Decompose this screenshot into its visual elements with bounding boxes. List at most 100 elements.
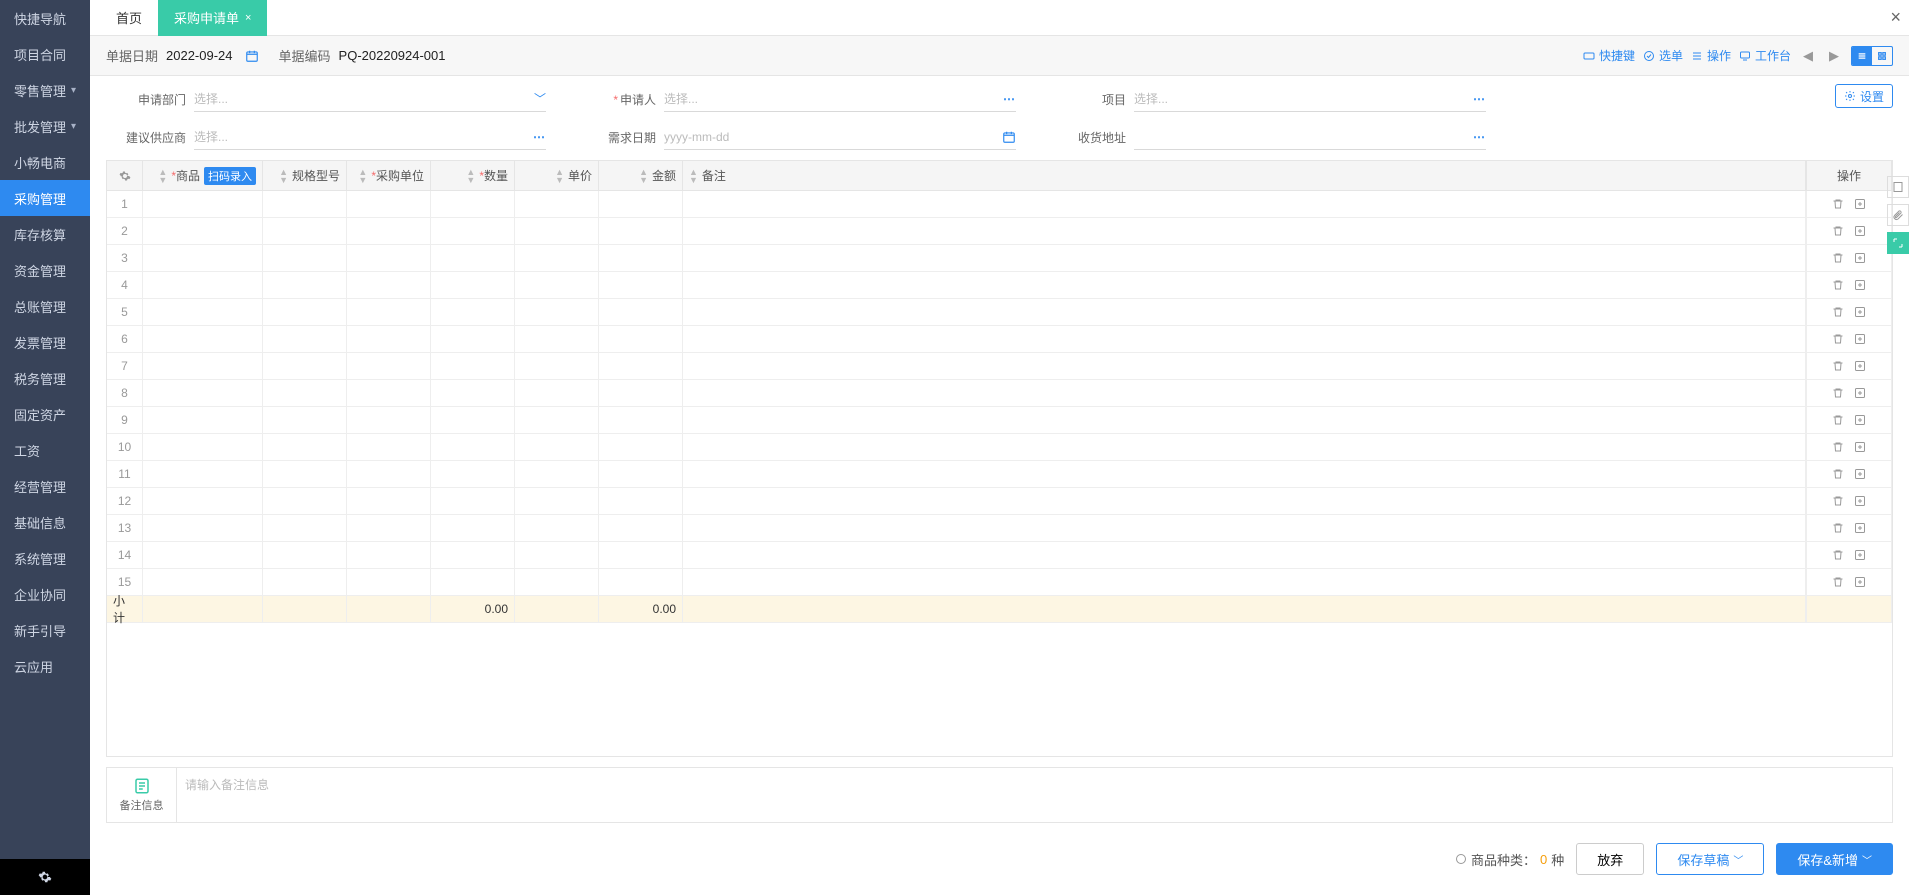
sidebar-item-5[interactable]: 采购管理: [0, 180, 90, 216]
save-draft-button[interactable]: 保存草稿﹀: [1656, 843, 1764, 875]
sidebar-item-2[interactable]: 零售管理▾: [0, 72, 90, 108]
sidebar-item-16[interactable]: 企业协同: [0, 576, 90, 612]
delete-icon[interactable]: [1832, 495, 1844, 507]
add-row-icon[interactable]: [1854, 306, 1866, 318]
select-order-button[interactable]: 选单: [1643, 47, 1683, 64]
rail-attach-icon[interactable]: [1887, 204, 1909, 226]
delete-icon[interactable]: [1832, 225, 1844, 237]
sidebar-item-4[interactable]: 小畅电商: [0, 144, 90, 180]
delete-icon[interactable]: [1832, 198, 1844, 210]
close-icon[interactable]: ×: [245, 12, 251, 24]
add-row-icon[interactable]: [1854, 522, 1866, 534]
sidebar-item-13[interactable]: 经营管理: [0, 468, 90, 504]
sidebar-item-12[interactable]: 工资: [0, 432, 90, 468]
sidebar-item-1[interactable]: 项目合同: [0, 36, 90, 72]
sidebar-item-10[interactable]: 税务管理: [0, 360, 90, 396]
add-row-icon[interactable]: [1854, 198, 1866, 210]
close-all-icon[interactable]: ×: [1890, 7, 1901, 28]
sidebar-item-15[interactable]: 系统管理: [0, 540, 90, 576]
workbench-button[interactable]: 工作台: [1739, 47, 1791, 64]
col-qty[interactable]: ▲▼*数量: [431, 161, 515, 190]
rail-note-icon[interactable]: [1887, 176, 1909, 198]
add-row-icon[interactable]: [1854, 414, 1866, 426]
table-row[interactable]: 5: [107, 299, 1892, 326]
col-spec[interactable]: ▲▼规格型号: [263, 161, 347, 190]
add-row-icon[interactable]: [1854, 441, 1866, 453]
add-row-icon[interactable]: [1854, 576, 1866, 588]
table-row[interactable]: 10: [107, 434, 1892, 461]
delete-icon[interactable]: [1832, 279, 1844, 291]
col-amount[interactable]: ▲▼金额: [599, 161, 683, 190]
remark-input[interactable]: 请输入备注信息: [177, 768, 1892, 822]
sidebar-item-18[interactable]: 云应用: [0, 648, 90, 684]
shortcut-button[interactable]: 快捷键: [1583, 47, 1635, 64]
project-select[interactable]: 选择...⋯: [1134, 86, 1486, 112]
delete-icon[interactable]: [1832, 387, 1844, 399]
delete-icon[interactable]: [1832, 306, 1844, 318]
delete-icon[interactable]: [1832, 576, 1844, 588]
add-row-icon[interactable]: [1854, 468, 1866, 480]
table-row[interactable]: 4: [107, 272, 1892, 299]
col-product[interactable]: ▲▼*商品扫码录入: [143, 161, 263, 190]
column-settings[interactable]: [107, 161, 143, 190]
col-price[interactable]: ▲▼单价: [515, 161, 599, 190]
settings-button[interactable]: 设置: [1835, 84, 1893, 108]
applicant-select[interactable]: 选择...⋯: [664, 86, 1016, 112]
add-row-icon[interactable]: [1854, 387, 1866, 399]
sidebar-item-11[interactable]: 固定资产: [0, 396, 90, 432]
table-row[interactable]: 11: [107, 461, 1892, 488]
calendar-icon[interactable]: [245, 49, 259, 63]
supplier-select[interactable]: 选择...⋯: [194, 124, 546, 150]
tab-1[interactable]: 采购申请单×: [158, 0, 267, 36]
sidebar-item-9[interactable]: 发票管理: [0, 324, 90, 360]
col-remark[interactable]: ▲▼备注: [683, 161, 1806, 190]
addr-select[interactable]: ⋯: [1134, 124, 1486, 150]
add-row-icon[interactable]: [1854, 495, 1866, 507]
table-row[interactable]: 7: [107, 353, 1892, 380]
table-row[interactable]: 9: [107, 407, 1892, 434]
table-row[interactable]: 1: [107, 191, 1892, 218]
sidebar-settings[interactable]: [0, 859, 90, 895]
table-row[interactable]: 15: [107, 569, 1892, 596]
discard-button[interactable]: 放弃: [1576, 843, 1644, 875]
sidebar-item-7[interactable]: 资金管理: [0, 252, 90, 288]
table-row[interactable]: 12: [107, 488, 1892, 515]
operate-button[interactable]: 操作: [1691, 47, 1731, 64]
delete-icon[interactable]: [1832, 252, 1844, 264]
table-row[interactable]: 2: [107, 218, 1892, 245]
table-row[interactable]: 8: [107, 380, 1892, 407]
add-row-icon[interactable]: [1854, 279, 1866, 291]
delete-icon[interactable]: [1832, 333, 1844, 345]
save-new-button[interactable]: 保存&新增﹀: [1776, 843, 1893, 875]
needdate-input[interactable]: yyyy-mm-dd: [664, 124, 1016, 150]
delete-icon[interactable]: [1832, 468, 1844, 480]
prev-icon[interactable]: ◀: [1799, 48, 1817, 64]
delete-icon[interactable]: [1832, 441, 1844, 453]
rail-expand-icon[interactable]: [1887, 232, 1909, 254]
sidebar-item-6[interactable]: 库存核算: [0, 216, 90, 252]
dept-select[interactable]: 选择...﹀: [194, 86, 546, 112]
col-unit[interactable]: ▲▼*采购单位: [347, 161, 431, 190]
sidebar-item-0[interactable]: 快捷导航: [0, 0, 90, 36]
sidebar-item-8[interactable]: 总账管理: [0, 288, 90, 324]
add-row-icon[interactable]: [1854, 333, 1866, 345]
table-row[interactable]: 3: [107, 245, 1892, 272]
delete-icon[interactable]: [1832, 549, 1844, 561]
sidebar-item-17[interactable]: 新手引导: [0, 612, 90, 648]
table-row[interactable]: 14: [107, 542, 1892, 569]
add-row-icon[interactable]: [1854, 225, 1866, 237]
sidebar-item-3[interactable]: 批发管理▾: [0, 108, 90, 144]
delete-icon[interactable]: [1832, 414, 1844, 426]
view-list[interactable]: [1852, 47, 1872, 65]
table-row[interactable]: 6: [107, 326, 1892, 353]
delete-icon[interactable]: [1832, 360, 1844, 372]
scan-badge[interactable]: 扫码录入: [204, 167, 256, 185]
add-row-icon[interactable]: [1854, 549, 1866, 561]
add-row-icon[interactable]: [1854, 360, 1866, 372]
next-icon[interactable]: ▶: [1825, 48, 1843, 64]
tab-0[interactable]: 首页: [100, 0, 158, 36]
delete-icon[interactable]: [1832, 522, 1844, 534]
table-row[interactable]: 13: [107, 515, 1892, 542]
sidebar-item-14[interactable]: 基础信息: [0, 504, 90, 540]
add-row-icon[interactable]: [1854, 252, 1866, 264]
